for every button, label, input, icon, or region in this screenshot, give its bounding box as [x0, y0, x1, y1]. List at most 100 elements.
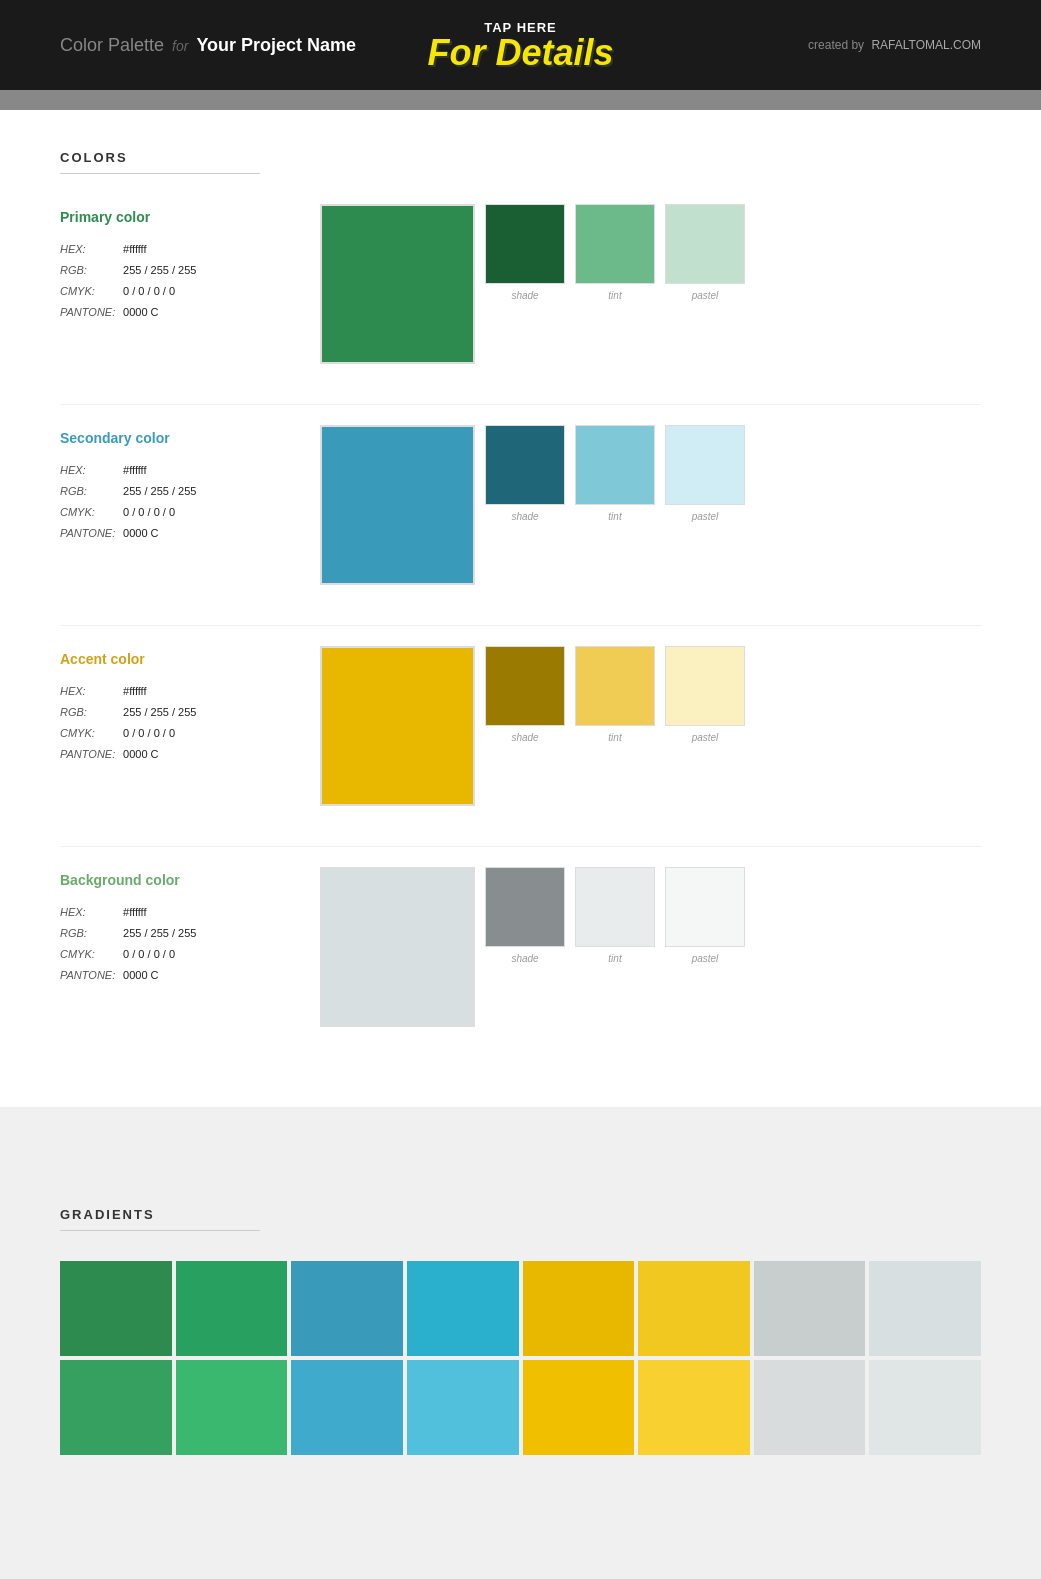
color-separator-1	[60, 625, 981, 626]
tint-label: tint	[608, 290, 621, 301]
colors-section-title: COLORS	[60, 150, 260, 174]
color-props-accent: HEX: #ffffff RGB: 255 / 255 / 255 CMYK: …	[60, 681, 320, 765]
hex-label: HEX:	[60, 460, 120, 481]
pastel-item-background: pastel	[665, 867, 745, 964]
tint-item-accent: tint	[575, 646, 655, 743]
header-left: Color Palette for Your Project Name	[60, 35, 356, 56]
shade-label: shade	[511, 290, 538, 301]
shade-swatch-primary	[485, 204, 565, 284]
pastel-swatch-primary	[665, 204, 745, 284]
gradients-section: GRADIENTS	[0, 1167, 1041, 1495]
pastel-label: pastel	[692, 511, 719, 522]
color-name-accent: Accent color	[60, 651, 320, 667]
cmyk-label: CMYK:	[60, 502, 120, 523]
color-swatches-secondary: shade tint pastel	[320, 425, 745, 585]
color-section-background: Background color HEX: #ffffff RGB: 255 /…	[60, 867, 981, 1027]
variant-group-accent: shade tint pastel	[485, 646, 745, 743]
tint-item-background: tint	[575, 867, 655, 964]
header-for: for	[172, 38, 188, 54]
tint-swatch-primary	[575, 204, 655, 284]
gradient-cell-14	[754, 1360, 866, 1455]
section-spacer	[0, 1107, 1041, 1147]
tap-here-banner[interactable]: TAP HERE For Details	[427, 20, 613, 71]
main-swatch-accent	[320, 646, 475, 806]
gradient-cell-9	[176, 1360, 288, 1455]
variant-group-background: shade tint pastel	[485, 867, 745, 964]
header-title: Color Palette	[60, 35, 164, 56]
color-section-secondary: Secondary color HEX: #ffffff RGB: 255 / …	[60, 425, 981, 585]
color-section-primary: Primary color HEX: #ffffff RGB: 255 / 25…	[60, 204, 981, 364]
color-separator-2	[60, 846, 981, 847]
gradient-cell-13	[638, 1360, 750, 1455]
color-name-background: Background color	[60, 872, 320, 888]
tint-label: tint	[608, 732, 621, 743]
pastel-item-secondary: pastel	[665, 425, 745, 522]
color-name-primary: Primary color	[60, 209, 320, 225]
shade-swatch-background	[485, 867, 565, 947]
pastel-swatch-background	[665, 867, 745, 947]
gradients-section-title: GRADIENTS	[60, 1207, 260, 1231]
color-info-secondary: Secondary color HEX: #ffffff RGB: 255 / …	[60, 425, 320, 585]
gradient-cell-2	[291, 1261, 403, 1356]
pastel-label: pastel	[692, 732, 719, 743]
created-by-label: created by	[808, 38, 864, 52]
hex-label: HEX:	[60, 681, 120, 702]
gradient-cell-5	[638, 1261, 750, 1356]
header-project-name: Your Project Name	[196, 35, 356, 56]
shade-swatch-accent	[485, 646, 565, 726]
pastel-item-primary: pastel	[665, 204, 745, 301]
variant-group-secondary: shade tint pastel	[485, 425, 745, 522]
color-info-background: Background color HEX: #ffffff RGB: 255 /…	[60, 867, 320, 1027]
tint-swatch-background	[575, 867, 655, 947]
tint-label: tint	[608, 511, 621, 522]
color-info-primary: Primary color HEX: #ffffff RGB: 255 / 25…	[60, 204, 320, 364]
pastel-label: pastel	[692, 290, 719, 301]
header-credits: created by RAFALTOMAL.COM	[808, 38, 981, 52]
cmyk-label: CMYK:	[60, 281, 120, 302]
gradient-cell-3	[407, 1261, 519, 1356]
shade-item-primary: shade	[485, 204, 565, 301]
shade-item-secondary: shade	[485, 425, 565, 522]
gradient-grid	[60, 1261, 981, 1455]
gradient-cell-0	[60, 1261, 172, 1356]
main-content: COLORS Primary color HEX: #ffffff RGB: 2…	[0, 110, 1041, 1107]
tint-swatch-secondary	[575, 425, 655, 505]
pastel-swatch-accent	[665, 646, 745, 726]
gradient-cell-11	[407, 1360, 519, 1455]
tint-swatch-accent	[575, 646, 655, 726]
gray-bar	[0, 90, 1041, 110]
tint-label: tint	[608, 953, 621, 964]
rgb-label: RGB:	[60, 260, 120, 281]
pantone-label: PANTONE:	[60, 523, 120, 544]
gradient-cell-15	[869, 1360, 981, 1455]
rgb-label: RGB:	[60, 481, 120, 502]
gradient-cell-6	[754, 1261, 866, 1356]
color-props-background: HEX: #ffffff RGB: 255 / 255 / 255 CMYK: …	[60, 902, 320, 986]
gradient-cell-4	[523, 1261, 635, 1356]
color-swatches-background: shade tint pastel	[320, 867, 745, 1027]
for-details-text: For Details	[427, 35, 613, 71]
main-swatch-primary	[320, 204, 475, 364]
cmyk-label: CMYK:	[60, 723, 120, 744]
tint-item-secondary: tint	[575, 425, 655, 522]
color-props-secondary: HEX: #ffffff RGB: 255 / 255 / 255 CMYK: …	[60, 460, 320, 544]
color-swatches-primary: shade tint pastel	[320, 204, 745, 364]
tint-item-primary: tint	[575, 204, 655, 301]
pantone-label: PANTONE:	[60, 965, 120, 986]
pastel-item-accent: pastel	[665, 646, 745, 743]
hex-label: HEX:	[60, 239, 120, 260]
shade-swatch-secondary	[485, 425, 565, 505]
hex-label: HEX:	[60, 902, 120, 923]
color-separator-0	[60, 404, 981, 405]
gradient-cell-1	[176, 1261, 288, 1356]
shade-item-background: shade	[485, 867, 565, 964]
shade-label: shade	[511, 953, 538, 964]
rgb-label: RGB:	[60, 923, 120, 944]
pastel-swatch-secondary	[665, 425, 745, 505]
color-props-primary: HEX: #ffffff RGB: 255 / 255 / 255 CMYK: …	[60, 239, 320, 323]
shade-item-accent: shade	[485, 646, 565, 743]
gradient-cell-7	[869, 1261, 981, 1356]
pantone-label: PANTONE:	[60, 302, 120, 323]
pastel-label: pastel	[692, 953, 719, 964]
color-swatches-accent: shade tint pastel	[320, 646, 745, 806]
